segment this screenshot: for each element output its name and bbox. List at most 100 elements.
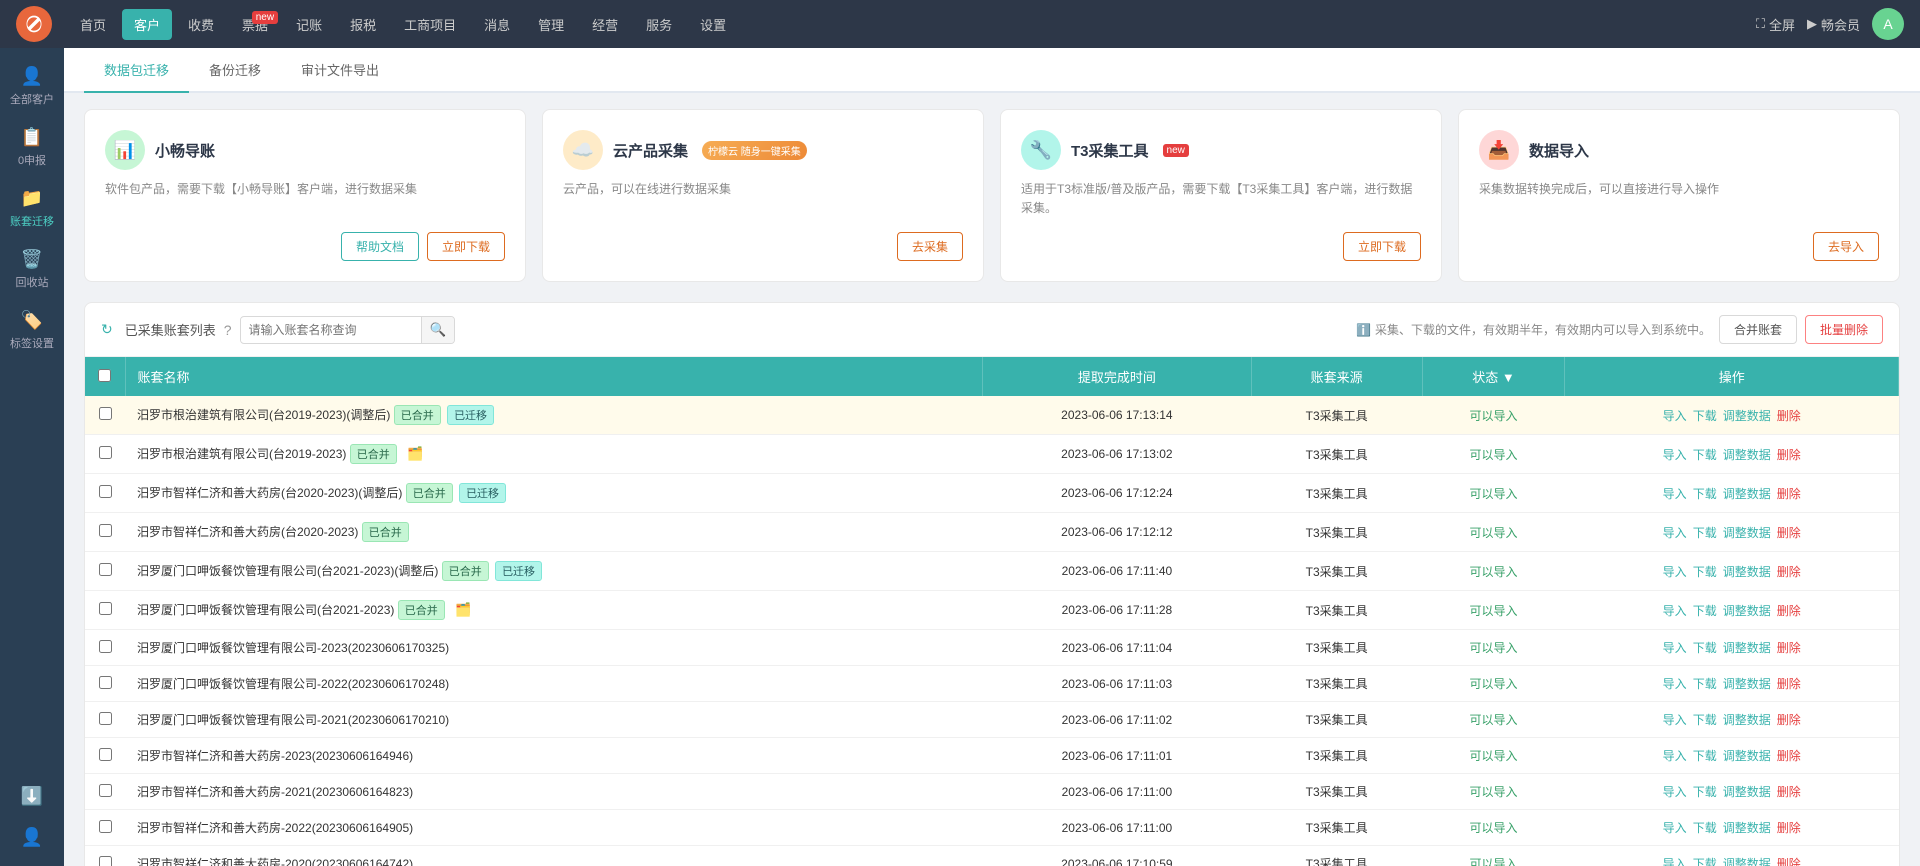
nav-fee[interactable]: 收费 [176, 9, 226, 40]
action-删除[interactable]: 删除 [1777, 641, 1801, 655]
action-调整数据[interactable]: 调整数据 [1723, 641, 1771, 655]
action-导入[interactable]: 导入 [1663, 487, 1687, 501]
action-下载[interactable]: 下载 [1693, 857, 1717, 866]
refresh-icon[interactable]: ↻ [101, 321, 113, 338]
action-调整数据[interactable]: 调整数据 [1723, 448, 1771, 462]
sidebar-item-recycle[interactable]: 🗑️ 回收站 [0, 239, 64, 300]
action-下载[interactable]: 下载 [1693, 749, 1717, 763]
action-导入[interactable]: 导入 [1663, 448, 1687, 462]
action-导入[interactable]: 导入 [1663, 604, 1687, 618]
action-删除[interactable]: 删除 [1777, 749, 1801, 763]
go-collect-button[interactable]: 去采集 [897, 232, 963, 261]
action-调整数据[interactable]: 调整数据 [1723, 713, 1771, 727]
nav-customer[interactable]: 客户 [122, 9, 172, 40]
action-调整数据[interactable]: 调整数据 [1723, 749, 1771, 763]
action-导入[interactable]: 导入 [1663, 821, 1687, 835]
batch-delete-button[interactable]: 批量删除 [1805, 315, 1883, 344]
action-下载[interactable]: 下载 [1693, 785, 1717, 799]
action-删除[interactable]: 删除 [1777, 677, 1801, 691]
action-删除[interactable]: 删除 [1777, 604, 1801, 618]
action-下载[interactable]: 下载 [1693, 604, 1717, 618]
sidebar-item-account-migration[interactable]: 📁 账套迁移 [0, 178, 64, 239]
sidebar-profile[interactable]: 👤 [0, 817, 64, 858]
action-下载[interactable]: 下载 [1693, 565, 1717, 579]
row-checkbox[interactable] [99, 748, 112, 761]
row-checkbox[interactable] [99, 820, 112, 833]
action-删除[interactable]: 删除 [1777, 565, 1801, 579]
sidebar-item-all-customers[interactable]: 👤 全部客户 [0, 56, 64, 117]
action-删除[interactable]: 删除 [1777, 857, 1801, 866]
row-checkbox[interactable] [99, 563, 112, 576]
action-导入[interactable]: 导入 [1663, 713, 1687, 727]
row-checkbox[interactable] [99, 485, 112, 498]
nav-settings[interactable]: 设置 [688, 9, 738, 40]
action-导入[interactable]: 导入 [1663, 677, 1687, 691]
nav-industry[interactable]: 工商项目 [392, 9, 468, 40]
nav-invoice[interactable]: 票据 new [230, 9, 280, 40]
action-删除[interactable]: 删除 [1777, 487, 1801, 501]
sidebar-download[interactable]: ⬇️ [0, 776, 64, 817]
action-删除[interactable]: 删除 [1777, 526, 1801, 540]
row-checkbox[interactable] [99, 446, 112, 459]
t3-download-button[interactable]: 立即下载 [1343, 232, 1421, 261]
action-导入[interactable]: 导入 [1663, 749, 1687, 763]
action-下载[interactable]: 下载 [1693, 641, 1717, 655]
help-doc-button[interactable]: 帮助文档 [341, 232, 419, 261]
nav-home[interactable]: 首页 [68, 9, 118, 40]
action-导入[interactable]: 导入 [1663, 526, 1687, 540]
user-avatar[interactable]: A [1872, 8, 1904, 40]
go-import-button[interactable]: 去导入 [1813, 232, 1879, 261]
action-导入[interactable]: 导入 [1663, 565, 1687, 579]
row-checkbox[interactable] [99, 784, 112, 797]
row-file-icon[interactable]: 🗂️ [407, 446, 423, 461]
action-删除[interactable]: 删除 [1777, 448, 1801, 462]
header-status[interactable]: 状态 ▼ [1422, 357, 1565, 396]
action-删除[interactable]: 删除 [1777, 713, 1801, 727]
select-all-checkbox[interactable] [98, 369, 111, 382]
action-删除[interactable]: 删除 [1777, 785, 1801, 799]
row-checkbox[interactable] [99, 640, 112, 653]
nav-operation[interactable]: 经营 [580, 9, 630, 40]
download-now-button[interactable]: 立即下载 [427, 232, 505, 261]
search-button[interactable]: 🔍 [421, 317, 455, 343]
tab-data-package[interactable]: 数据包迁移 [84, 48, 189, 93]
action-导入[interactable]: 导入 [1663, 409, 1687, 423]
tab-backup[interactable]: 备份迁移 [189, 48, 281, 93]
nav-tax[interactable]: 报税 [338, 9, 388, 40]
action-下载[interactable]: 下载 [1693, 821, 1717, 835]
action-下载[interactable]: 下载 [1693, 487, 1717, 501]
help-icon[interactable]: ? [224, 322, 232, 338]
sidebar-item-zero-declare[interactable]: 📋 0申报 [0, 117, 64, 178]
action-调整数据[interactable]: 调整数据 [1723, 785, 1771, 799]
action-调整数据[interactable]: 调整数据 [1723, 565, 1771, 579]
action-调整数据[interactable]: 调整数据 [1723, 857, 1771, 866]
search-input[interactable] [241, 318, 421, 342]
nav-bookkeeping[interactable]: 记账 [284, 9, 334, 40]
action-调整数据[interactable]: 调整数据 [1723, 604, 1771, 618]
nav-service[interactable]: 服务 [634, 9, 684, 40]
nav-manage[interactable]: 管理 [526, 9, 576, 40]
row-checkbox[interactable] [99, 524, 112, 537]
fullscreen-button[interactable]: ⛶ 全屏 [1756, 15, 1795, 34]
action-调整数据[interactable]: 调整数据 [1723, 677, 1771, 691]
action-调整数据[interactable]: 调整数据 [1723, 526, 1771, 540]
action-下载[interactable]: 下载 [1693, 526, 1717, 540]
row-checkbox[interactable] [99, 602, 112, 615]
member-button[interactable]: ▶ 畅会员 [1807, 15, 1860, 34]
row-checkbox[interactable] [99, 856, 112, 866]
nav-message[interactable]: 消息 [472, 9, 522, 40]
action-下载[interactable]: 下载 [1693, 448, 1717, 462]
action-导入[interactable]: 导入 [1663, 857, 1687, 866]
action-导入[interactable]: 导入 [1663, 785, 1687, 799]
action-导入[interactable]: 导入 [1663, 641, 1687, 655]
row-checkbox[interactable] [99, 407, 112, 420]
tab-audit-export[interactable]: 审计文件导出 [281, 48, 399, 93]
merge-account-button[interactable]: 合并账套 [1719, 315, 1797, 344]
action-下载[interactable]: 下载 [1693, 713, 1717, 727]
action-下载[interactable]: 下载 [1693, 409, 1717, 423]
action-调整数据[interactable]: 调整数据 [1723, 487, 1771, 501]
action-调整数据[interactable]: 调整数据 [1723, 821, 1771, 835]
action-删除[interactable]: 删除 [1777, 409, 1801, 423]
row-checkbox[interactable] [99, 712, 112, 725]
row-checkbox[interactable] [99, 676, 112, 689]
